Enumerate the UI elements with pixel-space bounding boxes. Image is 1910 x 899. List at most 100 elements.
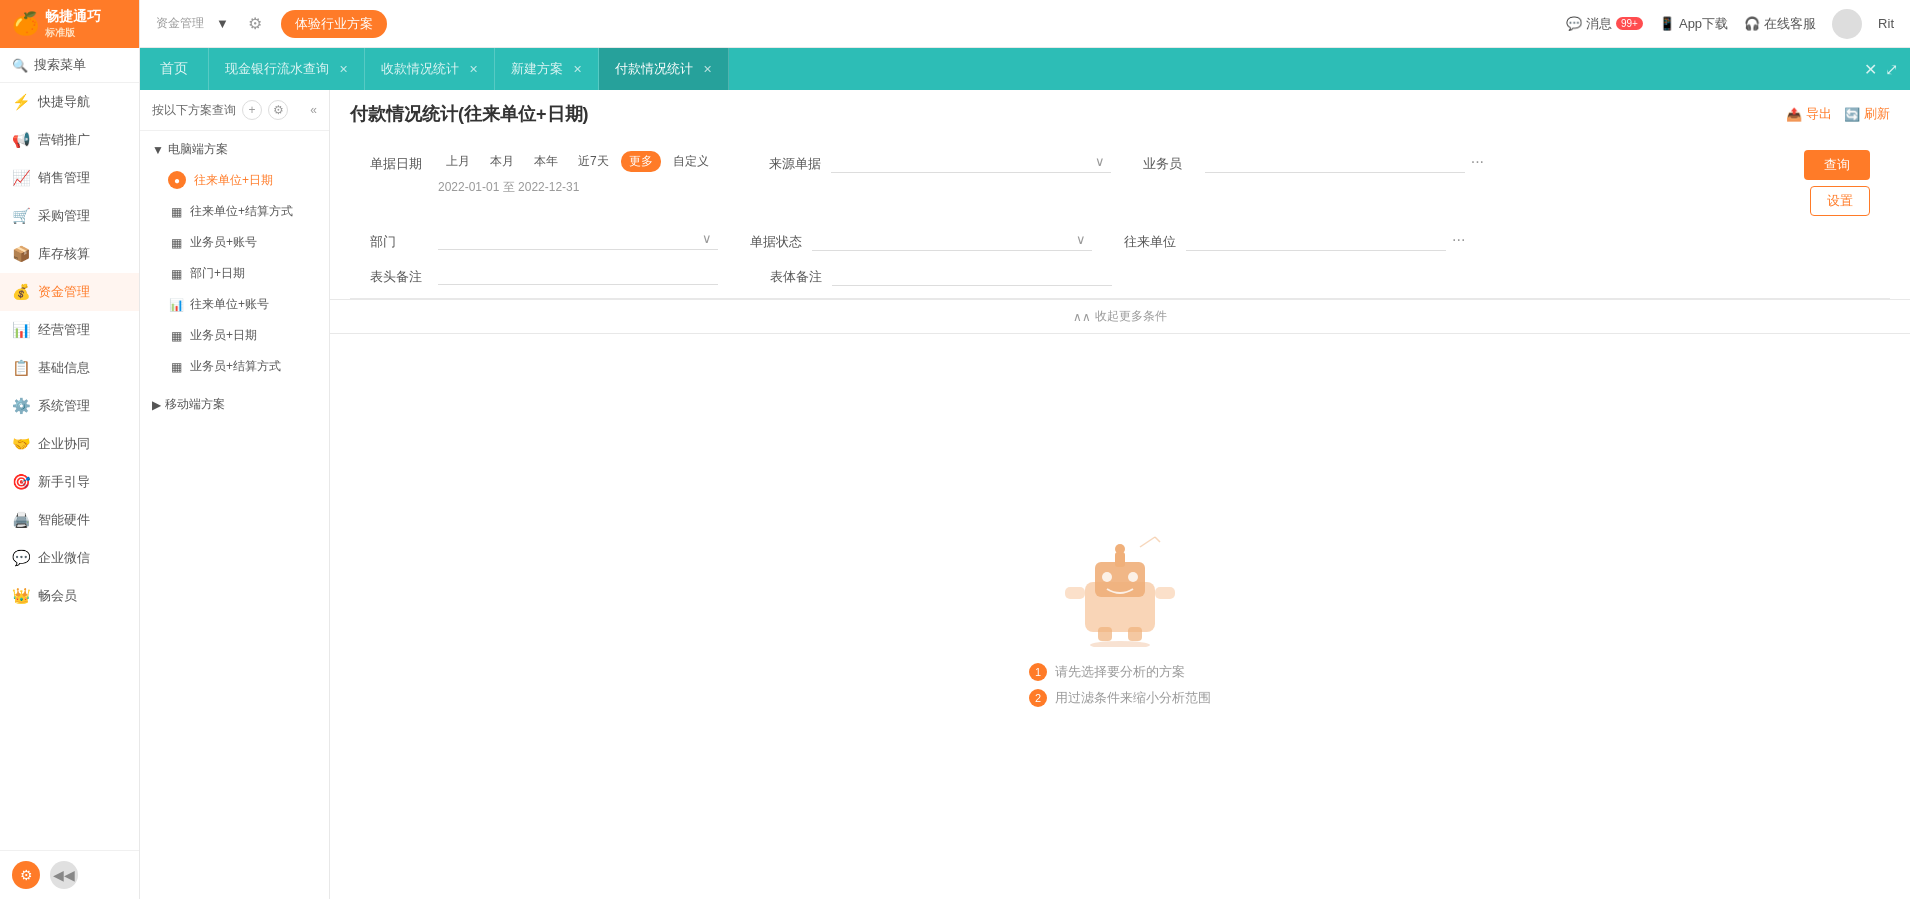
date-opt-more[interactable]: 更多 bbox=[621, 151, 661, 172]
hint-1-num: 1 bbox=[1029, 663, 1047, 681]
dept-arrow: ∨ bbox=[702, 231, 712, 246]
collapse-label: 收起更多条件 bbox=[1095, 308, 1167, 325]
hint-1-text: 请先选择要分析的方案 bbox=[1055, 663, 1185, 681]
scheme-item-staff-settle[interactable]: ▦ 业务员+结算方式 bbox=[140, 351, 329, 382]
source-doc-arrow: ∨ bbox=[1095, 154, 1105, 169]
add-scheme-btn[interactable]: + bbox=[242, 100, 262, 120]
sidebar-item-label: 经营管理 bbox=[38, 321, 90, 339]
scheme-item-dept-date[interactable]: ▦ 部门+日期 bbox=[140, 258, 329, 289]
svg-rect-4 bbox=[1115, 552, 1125, 567]
svg-point-2 bbox=[1102, 572, 1112, 582]
source-doc-select[interactable]: ∨ bbox=[831, 151, 1111, 173]
scheme-item-label: 往来单位+结算方式 bbox=[190, 203, 293, 220]
tab-new-scheme-close[interactable]: ✕ bbox=[573, 63, 582, 76]
scheme-item-unit-account[interactable]: 📊 往来单位+账号 bbox=[140, 289, 329, 320]
search-menu[interactable]: 🔍 搜索菜单 bbox=[0, 48, 139, 83]
refresh-btn[interactable]: 🔄 刷新 bbox=[1844, 105, 1890, 123]
chart-icon: 📊 bbox=[168, 297, 184, 313]
member-icon: 👑 bbox=[12, 587, 30, 605]
trial-btn[interactable]: 体验行业方案 bbox=[281, 10, 387, 38]
content-area: 按以下方案查询 + ⚙ « ▼ 电脑端方案 ● 往来单位+日期 ▦ 往来单位+结… bbox=[140, 90, 1910, 899]
sidebar-item-guide[interactable]: 🎯 新手引导 bbox=[0, 463, 139, 501]
sidebar-item-finance[interactable]: 💰 资金管理 bbox=[0, 273, 139, 311]
panel-collapse-btn[interactable]: « bbox=[310, 103, 317, 117]
date-opt-this-year[interactable]: 本年 bbox=[526, 150, 566, 173]
notifications[interactable]: 💬 消息 99+ bbox=[1566, 15, 1643, 33]
scheme-item-staff-date[interactable]: ▦ 业务员+日期 bbox=[140, 320, 329, 351]
sidebar-item-wechat[interactable]: 💬 企业微信 bbox=[0, 539, 139, 577]
scheme-icon: ▦ bbox=[168, 235, 184, 251]
tab-new-scheme[interactable]: 新建方案 ✕ bbox=[495, 48, 599, 90]
filter-actions: 查询 设置 bbox=[1804, 150, 1870, 216]
app-logo: 🍊 畅捷通巧 标准版 bbox=[0, 0, 139, 48]
sidebar-item-quick-nav[interactable]: ⚡ 快捷导航 bbox=[0, 83, 139, 121]
sidebar-item-label: 库存核算 bbox=[38, 245, 90, 263]
tab-payments[interactable]: 付款情况统计 ✕ bbox=[599, 48, 729, 90]
finance-icon: 💰 bbox=[12, 283, 30, 301]
basic-icon: 📋 bbox=[12, 359, 30, 377]
settings-btn[interactable]: 设置 bbox=[1810, 186, 1870, 216]
sidebar-item-hardware[interactable]: 🖨️ 智能硬件 bbox=[0, 501, 139, 539]
scheme-settings-btn[interactable]: ⚙ bbox=[268, 100, 288, 120]
date-opt-custom[interactable]: 自定义 bbox=[665, 150, 717, 173]
body-note-input[interactable] bbox=[832, 264, 1112, 286]
collapse-bar[interactable]: ∧∧ 收起更多条件 bbox=[330, 300, 1910, 334]
scheme-item-unit-date[interactable]: ● 往来单位+日期 bbox=[140, 164, 329, 196]
header-note-input[interactable] bbox=[438, 263, 718, 285]
sidebar-item-label: 企业微信 bbox=[38, 549, 90, 567]
desktop-group-label: 电脑端方案 bbox=[168, 141, 228, 158]
sidebar-item-operation[interactable]: 📊 经营管理 bbox=[0, 311, 139, 349]
header-note-label: 表头备注 bbox=[370, 263, 426, 286]
staff-dots[interactable]: ··· bbox=[1471, 153, 1484, 171]
doc-status-select[interactable]: ∨ bbox=[812, 229, 1092, 251]
topbar-settings-btn[interactable]: ⚙ bbox=[241, 10, 269, 38]
dept-select[interactable]: ∨ bbox=[438, 228, 718, 250]
scheme-item-unit-settle[interactable]: ▦ 往来单位+结算方式 bbox=[140, 196, 329, 227]
sidebar-collapse-icon[interactable]: ◀◀ bbox=[50, 861, 78, 889]
doc-status-arrow: ∨ bbox=[1076, 232, 1086, 247]
desktop-group-title[interactable]: ▼ 电脑端方案 bbox=[140, 135, 329, 164]
left-panel-title: 按以下方案查询 bbox=[152, 102, 236, 119]
tab-receipts[interactable]: 收款情况统计 ✕ bbox=[365, 48, 495, 90]
breadcrumb-dropdown[interactable]: ▼ bbox=[216, 16, 229, 31]
tab-receipts-close[interactable]: ✕ bbox=[469, 63, 478, 76]
sidebar-item-label: 资金管理 bbox=[38, 283, 90, 301]
export-btn[interactable]: 📤 导出 bbox=[1786, 105, 1832, 123]
sidebar-item-member[interactable]: 👑 畅会员 bbox=[0, 577, 139, 615]
date-opt-last-month[interactable]: 上月 bbox=[438, 150, 478, 173]
mobile-group-title[interactable]: ▶ 移动端方案 bbox=[140, 390, 329, 419]
sidebar-item-coop[interactable]: 🤝 企业协同 bbox=[0, 425, 139, 463]
app-download[interactable]: 📱 App下载 bbox=[1659, 15, 1728, 33]
scheme-icon: ▦ bbox=[168, 266, 184, 282]
sidebar-item-purchase[interactable]: 🛒 采购管理 bbox=[0, 197, 139, 235]
related-unit-input[interactable] bbox=[1186, 229, 1446, 251]
scheme-icon: ▦ bbox=[168, 328, 184, 344]
date-opt-last-7days[interactable]: 近7天 bbox=[570, 150, 617, 173]
scheme-item-label: 往来单位+账号 bbox=[190, 296, 269, 313]
query-btn[interactable]: 查询 bbox=[1804, 150, 1870, 180]
staff-input[interactable] bbox=[1205, 151, 1465, 173]
tab-home[interactable]: 首页 bbox=[140, 48, 209, 90]
scheme-item-staff-account[interactable]: ▦ 业务员+账号 bbox=[140, 227, 329, 258]
svg-rect-8 bbox=[1098, 627, 1112, 641]
empty-illustration bbox=[1060, 527, 1180, 647]
tabbar-close-icon[interactable]: ✕ bbox=[1864, 60, 1877, 79]
tab-bank-flow-close[interactable]: ✕ bbox=[339, 63, 348, 76]
sidebar-item-system[interactable]: ⚙️ 系统管理 bbox=[0, 387, 139, 425]
sidebar-item-marketing[interactable]: 📢 营销推广 bbox=[0, 121, 139, 159]
tab-bank-flow[interactable]: 现金银行流水查询 ✕ bbox=[209, 48, 365, 90]
chevron-icon: ▼ bbox=[152, 143, 164, 157]
sidebar-item-label: 系统管理 bbox=[38, 397, 90, 415]
sidebar-settings-icon[interactable]: ⚙ bbox=[12, 861, 40, 889]
sidebar-item-inventory[interactable]: 📦 库存核算 bbox=[0, 235, 139, 273]
sidebar-item-sales[interactable]: 📈 销售管理 bbox=[0, 159, 139, 197]
tab-payments-close[interactable]: ✕ bbox=[703, 63, 712, 76]
sidebar-item-basic[interactable]: 📋 基础信息 bbox=[0, 349, 139, 387]
tabbar: 首页 现金银行流水查询 ✕ 收款情况统计 ✕ 新建方案 ✕ 付款情况统计 ✕ ✕… bbox=[140, 48, 1910, 90]
user-avatar[interactable] bbox=[1832, 9, 1862, 39]
online-service[interactable]: 🎧 在线客服 bbox=[1744, 15, 1816, 33]
tabbar-expand-icon[interactable]: ⤢ bbox=[1885, 60, 1898, 79]
hint-2-num: 2 bbox=[1029, 689, 1047, 707]
related-unit-dots[interactable]: ··· bbox=[1452, 231, 1465, 249]
date-opt-this-month[interactable]: 本月 bbox=[482, 150, 522, 173]
